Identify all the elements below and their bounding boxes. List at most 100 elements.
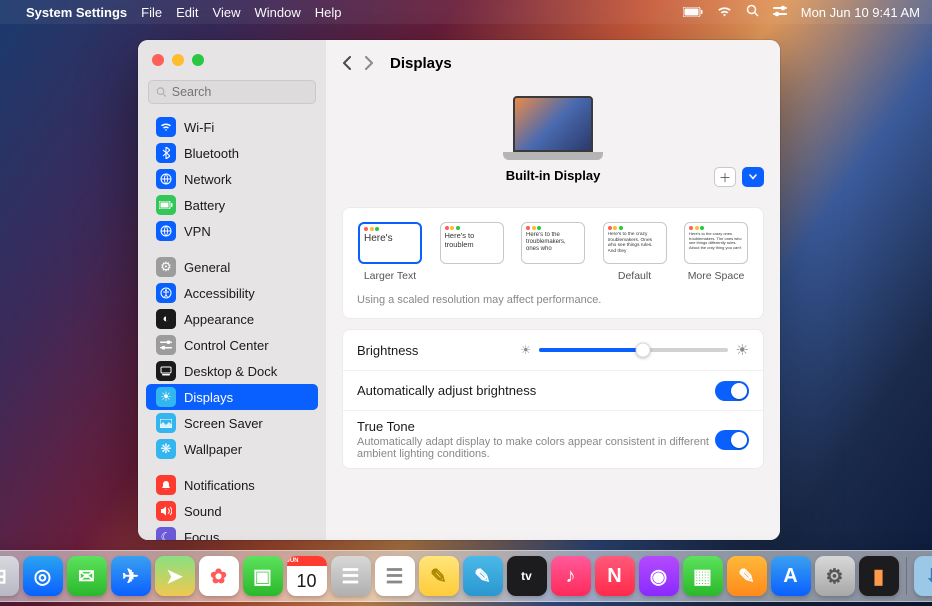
sidebar-item-label: Bluetooth [184,146,239,161]
dock-appstore[interactable]: A [771,556,811,596]
forward-button[interactable] [358,52,380,74]
dock-calendar[interactable]: JUN10 [287,556,327,596]
cc-icon [156,335,176,355]
wifi-status-icon[interactable] [717,5,732,20]
resolution-option-0[interactable]: Here'sLarger Text [357,222,423,282]
display-dropdown-button[interactable] [742,167,764,187]
sidebar-nav: Wi-Fi Bluetooth Network Battery VPN ⚙ General A… [138,112,326,540]
search-input[interactable] [172,85,308,99]
sidebar-item-accessibility[interactable]: Accessibility [146,280,318,306]
laptop-icon [503,96,603,160]
menubar-app[interactable]: System Settings [26,5,127,20]
menu-edit[interactable]: Edit [176,5,198,20]
dock-music[interactable]: ♪ [551,556,591,596]
sidebar-item-sound[interactable]: Sound [146,498,318,524]
ss-icon [156,413,176,433]
search-field[interactable] [148,80,316,104]
sidebar-item-vpn[interactable]: VPN [146,218,318,244]
true-tone-label: True Tone [357,419,715,434]
sidebar-item-wallpaper[interactable]: ❋Wallpaper [146,436,318,462]
sidebar-item-label: Notifications [184,478,255,493]
dock-separator [906,557,907,595]
add-display-button[interactable]: ＋ [714,167,736,187]
traffic-lights [138,40,326,80]
sidebar-item-control-center[interactable]: Control Center [146,332,318,358]
close-button[interactable] [152,54,164,66]
battery-status-icon[interactable] [683,5,703,20]
sidebar-item-general[interactable]: ⚙ General [146,254,318,280]
sidebar-item-bluetooth[interactable]: Bluetooth [146,140,318,166]
batt-icon [156,195,176,215]
page-title: Displays [390,55,452,72]
net-icon [156,169,176,189]
resolution-panel: Here'sLarger TextHere's to troublemHere'… [342,207,764,319]
control-center-icon[interactable] [773,5,787,20]
true-tone-desc: Automatically adapt display to make colo… [357,436,715,460]
zoom-button[interactable] [192,54,204,66]
sidebar-item-appearance[interactable]: ◐Appearance [146,306,318,332]
auto-brightness-label: Automatically adjust brightness [357,383,715,398]
main-pane: Displays Built-in Display ＋ Here'sLarger… [326,40,780,540]
menu-help[interactable]: Help [315,5,342,20]
resolution-option-1[interactable]: Here's to troublem [439,222,505,282]
sidebar-item-displays[interactable]: ☀Displays [146,384,318,410]
resolution-option-4[interactable]: Here's to the crazy ones troublemakers. … [683,222,749,282]
sidebar-item-label: Battery [184,198,225,213]
auto-brightness-toggle[interactable] [715,381,749,401]
dock-pages[interactable]: ✎ [727,556,767,596]
dock-podcasts[interactable]: ◉ [639,556,679,596]
sidebar-item-label: Sound [184,504,222,519]
row-true-tone: True Tone Automatically adapt display to… [343,410,763,468]
dock-messages[interactable]: ✉ [67,556,107,596]
sidebar-item-screen-saver[interactable]: Screen Saver [146,410,318,436]
minimize-button[interactable] [172,54,184,66]
sidebar-item-label: General [184,260,230,275]
menubar-clock[interactable]: Mon Jun 10 9:41 AM [801,5,920,20]
dock-iphonemirror[interactable]: ▮ [859,556,899,596]
dock-settings[interactable]: ⚙ [815,556,855,596]
dock-news[interactable]: N [595,556,635,596]
sidebar-item-wi-fi[interactable]: Wi-Fi [146,114,318,140]
dock-downloads[interactable]: ⬇ [914,556,932,596]
sun-large-icon: ☀ [736,341,749,359]
focus-icon: ☾ [156,527,176,540]
notif-icon [156,475,176,495]
dock-launchpad[interactable]: ⊞ [0,556,19,596]
dock-contacts[interactable]: ☰ [331,556,371,596]
sidebar-item-network[interactable]: Network [146,166,318,192]
content: Built-in Display ＋ Here'sLarger Text Here… [326,86,780,540]
dock-mail[interactable]: ✈ [111,556,151,596]
row-auto-brightness: Automatically adjust brightness [343,370,763,410]
sidebar-item-notifications[interactable]: Notifications [146,472,318,498]
dock-tv[interactable]: tv [507,556,547,596]
sun-small-icon: ☀ [520,343,531,357]
menu-file[interactable]: File [141,5,162,20]
titlebar: Displays [326,40,780,86]
sidebar-item-label: Network [184,172,232,187]
true-tone-toggle[interactable] [715,430,749,450]
back-button[interactable] [336,52,358,74]
sidebar-item-focus[interactable]: ☾Focus [146,524,318,540]
dock-safari[interactable]: ◎ [23,556,63,596]
menu-view[interactable]: View [213,5,241,20]
sidebar-item-battery[interactable]: Battery [146,192,318,218]
dock-numbers[interactable]: ▦ [683,556,723,596]
sidebar-item-label: Wi-Fi [184,120,214,135]
display-hero: Built-in Display ＋ [342,86,764,197]
resolution-option-3[interactable]: Here's to the crazy troublemakers. Ones … [602,222,668,282]
dock-maps[interactable]: ➤ [155,556,195,596]
sidebar-item-label: Displays [184,390,233,405]
sidebar-item-desktop-dock[interactable]: Desktop & Dock [146,358,318,384]
dock-facetime[interactable]: ▣ [243,556,283,596]
acc-icon [156,283,176,303]
brightness-slider[interactable] [539,348,727,352]
resolution-option-2[interactable]: Here's to the troublemakers, ones who [520,222,586,282]
spotlight-icon[interactable] [746,4,759,20]
dock-notes[interactable]: ✎ [419,556,459,596]
gear-icon: ⚙ [156,257,176,277]
dock-photos[interactable]: ✿ [199,556,239,596]
dock-freeform[interactable]: ✎ [463,556,503,596]
dock-reminders[interactable]: ☰ [375,556,415,596]
menu-window[interactable]: Window [254,5,300,20]
dd-icon [156,361,176,381]
